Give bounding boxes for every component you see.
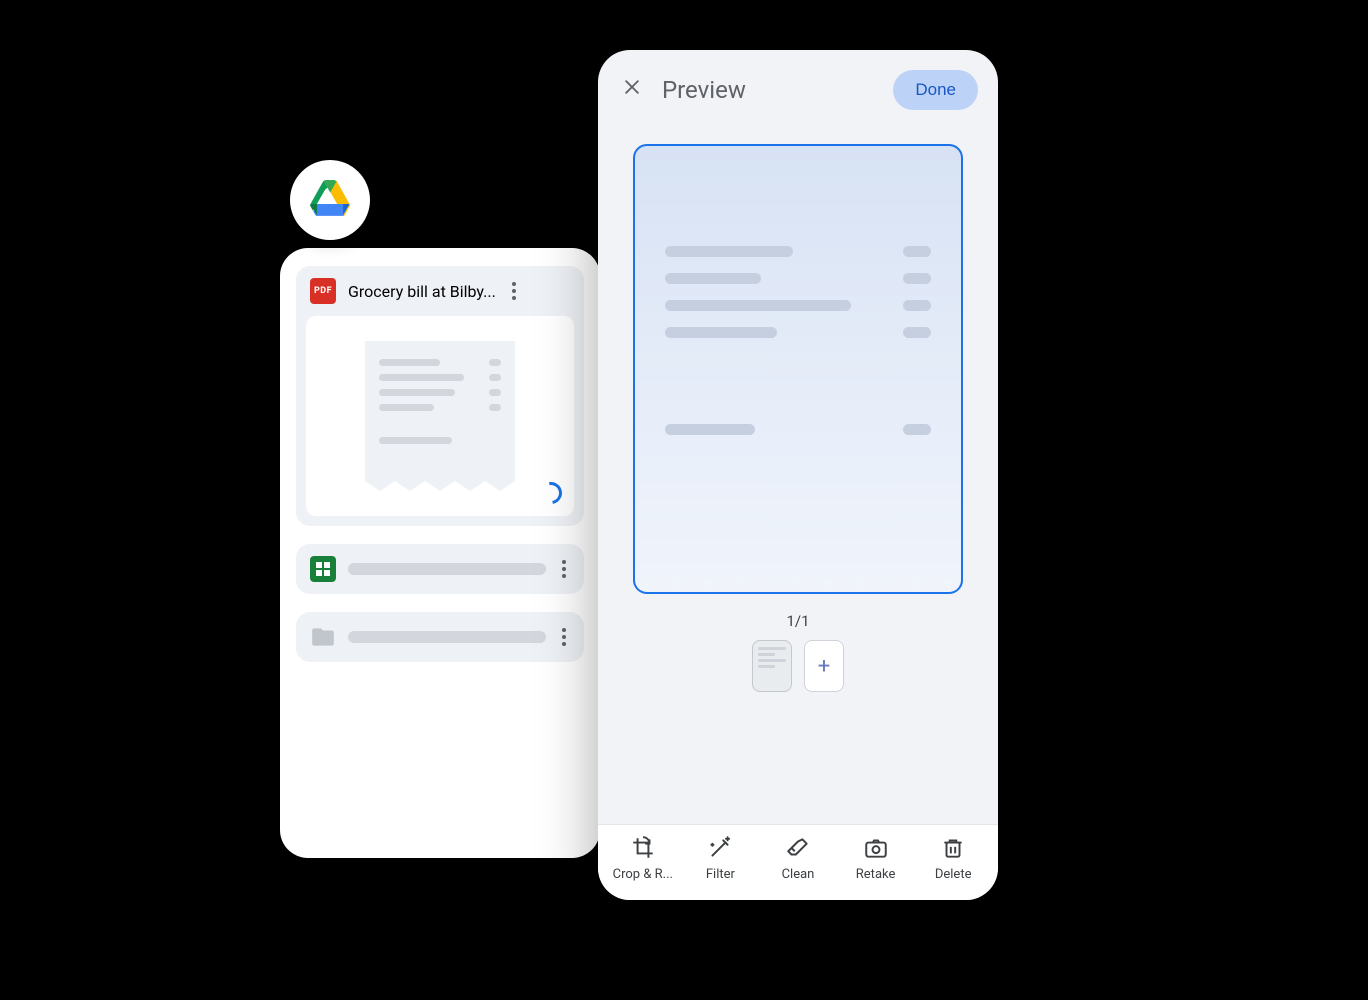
plus-icon: +: [818, 654, 830, 679]
file-title-placeholder: [348, 631, 546, 643]
loading-spinner-icon: [536, 478, 567, 509]
drive-file-list-card: PDF Grocery bill at Bilby...: [280, 248, 600, 858]
file-item-sheet[interactable]: [296, 544, 584, 594]
eraser-icon: [785, 835, 811, 861]
file-title-placeholder: [348, 563, 546, 575]
file-thumbnail: [306, 316, 574, 516]
done-button[interactable]: Done: [893, 70, 978, 110]
tool-filter[interactable]: Filter: [682, 835, 760, 882]
close-button[interactable]: [618, 76, 646, 104]
receipt-edge-icon: [637, 564, 959, 590]
scan-preview-image[interactable]: [633, 144, 963, 594]
file-title: Grocery bill at Bilby...: [348, 282, 496, 301]
tool-label: Filter: [706, 867, 735, 882]
file-item-pdf[interactable]: PDF Grocery bill at Bilby...: [296, 266, 584, 526]
tool-delete[interactable]: Delete: [914, 835, 992, 882]
tool-label: Retake: [856, 867, 896, 882]
pdf-icon: PDF: [310, 278, 336, 304]
more-options-button[interactable]: [558, 556, 570, 582]
receipt-thumbnail: [365, 341, 515, 491]
drive-logo-badge: [290, 160, 370, 240]
magic-wand-icon: [707, 835, 733, 861]
tool-crop-rotate[interactable]: Crop & R...: [604, 835, 682, 882]
page-thumbnail[interactable]: [752, 640, 792, 692]
more-options-button[interactable]: [558, 624, 570, 650]
file-item-folder[interactable]: [296, 612, 584, 662]
tool-label: Clean: [782, 867, 815, 882]
tool-clean[interactable]: Clean: [759, 835, 837, 882]
folder-icon: [310, 624, 336, 650]
more-options-button[interactable]: [508, 278, 520, 304]
preview-header: Preview Done: [598, 50, 998, 120]
close-icon: [622, 77, 642, 103]
trash-icon: [940, 835, 966, 861]
tool-label: Delete: [935, 867, 972, 882]
preview-toolbar: Crop & R... Filter Clean Retake Delete: [598, 824, 998, 900]
tool-retake[interactable]: Retake: [837, 835, 915, 882]
tool-label: Crop & R...: [613, 867, 673, 882]
crop-rotate-icon: [630, 835, 656, 861]
preview-title: Preview: [662, 76, 877, 104]
google-drive-icon: [310, 180, 350, 220]
add-page-button[interactable]: +: [804, 640, 844, 692]
page-indicator: 1/1: [786, 612, 809, 630]
camera-icon: [863, 835, 889, 861]
scan-preview-panel: Preview Done 1/1 +: [598, 50, 998, 900]
page-thumbnails: +: [752, 640, 844, 692]
google-sheet-icon: [310, 556, 336, 582]
